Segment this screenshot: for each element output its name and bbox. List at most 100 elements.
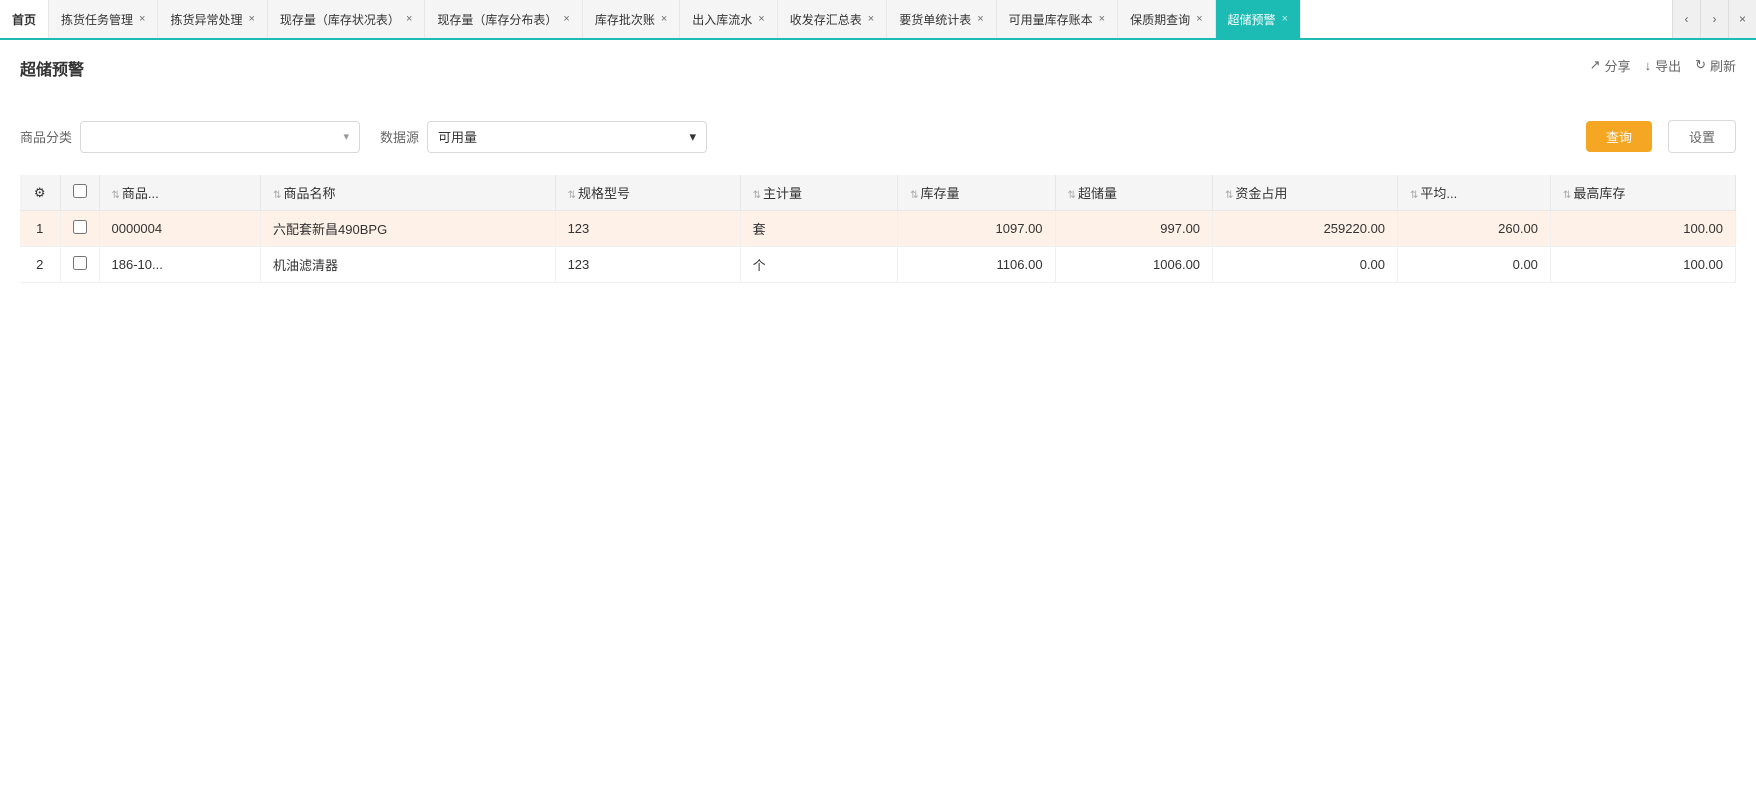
nav-tab-recv[interactable]: 收发存汇总表 × [778,0,887,39]
row-unit-0: 套 [740,211,897,247]
nav-arrow-left[interactable]: ‹ [1672,0,1700,39]
row-stock-0: 1097.00 [898,211,1055,247]
datasource-value: 可用量 [438,127,477,146]
row-overstock-0: 997.00 [1055,211,1212,247]
col-spec[interactable]: ⇅规格型号 [555,175,740,211]
filter-datasource: 数据源 可用量 ▾ [380,121,707,153]
nav-arrows: ‹ › × [1672,0,1756,39]
tab-close-overstock[interactable]: × [1282,13,1288,25]
row-capital-1: 0.00 [1213,247,1398,283]
sort-icon-sku-name: ⇅ [273,190,281,201]
filter-row: 商品分类 ▾ 数据源 可用量 ▾ 查询 设置 [20,110,1736,163]
share-action[interactable]: ↗ 分享 [1590,56,1631,75]
tab-label-quality: 保质期查询 [1130,11,1190,28]
export-action[interactable]: ↓ 导出 [1645,56,1682,75]
tab-label-overstock: 超储预警 [1228,11,1276,28]
row-sku-code-1: 186-10... [99,247,261,283]
category-chevron-icon: ▾ [343,130,349,143]
col-sku-name[interactable]: ⇅商品名称 [261,175,556,211]
sort-icon-overstock: ⇅ [1068,190,1076,201]
tab-label-usable: 可用量库存账本 [1009,11,1093,28]
row-avg-1: 0.00 [1398,247,1551,283]
tab-close-order-stat[interactable]: × [977,13,983,25]
row-stock-1: 1106.00 [898,247,1055,283]
col-overstock[interactable]: ⇅超储量 [1055,175,1212,211]
nav-arrow-right[interactable]: › [1700,0,1728,39]
nav-tab-usable[interactable]: 可用量库存账本 × [997,0,1118,39]
row-checkbox-1[interactable] [60,247,99,283]
tab-close-inventory-dist[interactable]: × [563,13,569,25]
tab-close-batch[interactable]: × [661,13,667,25]
row-max-stock-0: 100.00 [1550,211,1735,247]
filter-buttons: 查询 设置 [1586,120,1736,153]
tab-close-inout[interactable]: × [758,13,764,25]
col-capital[interactable]: ⇅资金占用 [1213,175,1398,211]
refresh-action[interactable]: ↻ 刷新 [1695,56,1736,75]
col-sku-code[interactable]: ⇅商品... [99,175,261,211]
tab-close-inventory-status[interactable]: × [406,13,412,25]
nav-tab-overstock[interactable]: 超储预警 × [1216,0,1301,39]
sort-icon-stock: ⇅ [910,190,918,201]
datasource-select[interactable]: 可用量 ▾ [427,121,707,153]
tab-close-recv[interactable]: × [868,13,874,25]
sort-icon-spec: ⇅ [568,190,576,201]
nav-tab-batch[interactable]: 库存批次账 × [583,0,680,39]
query-button[interactable]: 查询 [1586,121,1652,152]
data-table: ⚙ ⇅商品... ⇅商品名称 ⇅规格型号 ⇅主计量 ⇅库存量 [20,175,1736,283]
row-sku-name-0: 六配套新昌490BPG [261,211,556,247]
row-max-stock-1: 100.00 [1550,247,1735,283]
tab-close-usable[interactable]: × [1099,13,1105,25]
page-content: 超储预警 ↗ 分享 ↓ 导出 ↻ 刷新 商品分类 ▾ 数据源 [0,40,1756,299]
tab-label-inventory-status: 现存量（库存状况表） [280,11,400,28]
table-header-row: ⚙ ⇅商品... ⇅商品名称 ⇅规格型号 ⇅主计量 ⇅库存量 [20,175,1736,211]
row-seq-1: 2 [20,247,60,283]
category-select[interactable]: ▾ [80,121,360,153]
nav-tab-abnormal[interactable]: 拣货异常处理× [158,0,267,39]
row-spec-0: 123 [555,211,740,247]
toolbar-actions: ↗ 分享 ↓ 导出 ↻ 刷新 [1590,56,1736,75]
settings-button[interactable]: 设置 [1668,120,1736,153]
nav-tab-inventory-status[interactable]: 现存量（库存状况表） × [268,0,425,39]
nav-tabs: 首页拣货任务管理×拣货异常处理×现存量（库存状况表）×现存量（库存分布表）×库存… [0,0,1756,40]
tab-label-inout: 出入库流水 [692,11,752,28]
sort-icon-avg: ⇅ [1410,190,1418,201]
nav-tab-inventory-dist[interactable]: 现存量（库存分布表） × [425,0,582,39]
col-checkbox[interactable] [60,175,99,211]
tab-label-recv: 收发存汇总表 [790,11,862,28]
nav-tab-quality[interactable]: 保质期查询 × [1118,0,1215,39]
tab-label-inventory-dist: 现存量（库存分布表） [437,11,557,28]
row-unit-1: 个 [740,247,897,283]
nav-tab-home[interactable]: 首页 [0,0,49,39]
select-all-checkbox[interactable] [73,184,87,198]
col-unit[interactable]: ⇅主计量 [740,175,897,211]
nav-tab-task[interactable]: 拣货任务管理× [49,0,158,39]
table-row: 1 0000004 六配套新昌490BPG 123 套 1097.00 997.… [20,211,1736,247]
nav-tab-inout[interactable]: 出入库流水 × [680,0,777,39]
row-seq-0: 1 [20,211,60,247]
row-check-0[interactable] [73,220,87,234]
row-spec-1: 123 [555,247,740,283]
row-checkbox-0[interactable] [60,211,99,247]
tab-label-home: 首页 [12,11,36,28]
nav-arrow-close[interactable]: × [1728,0,1756,39]
sort-icon-capital: ⇅ [1225,190,1233,201]
col-max-stock[interactable]: ⇅最高库存 [1550,175,1735,211]
tab-label-batch: 库存批次账 [595,11,655,28]
row-avg-0: 260.00 [1398,211,1551,247]
col-gear[interactable]: ⚙ [20,175,60,211]
tab-label-order-stat: 要货单统计表 [899,11,971,28]
col-avg[interactable]: ⇅平均... [1398,175,1551,211]
sort-icon-sku-code: ⇅ [112,190,120,201]
page-title: 超储预警 [20,56,84,80]
gear-icon: ⚙ [34,185,46,200]
tab-close-abnormal[interactable]: × [248,13,254,25]
refresh-icon: ↻ [1695,57,1706,73]
category-label: 商品分类 [20,127,72,146]
col-stock[interactable]: ⇅库存量 [898,175,1055,211]
row-check-1[interactable] [73,256,87,270]
export-icon: ↓ [1645,58,1652,73]
sort-icon-max-stock: ⇅ [1563,190,1571,201]
tab-close-quality[interactable]: × [1196,13,1202,25]
nav-tab-order-stat[interactable]: 要货单统计表 × [887,0,996,39]
tab-close-task[interactable]: × [139,13,145,25]
